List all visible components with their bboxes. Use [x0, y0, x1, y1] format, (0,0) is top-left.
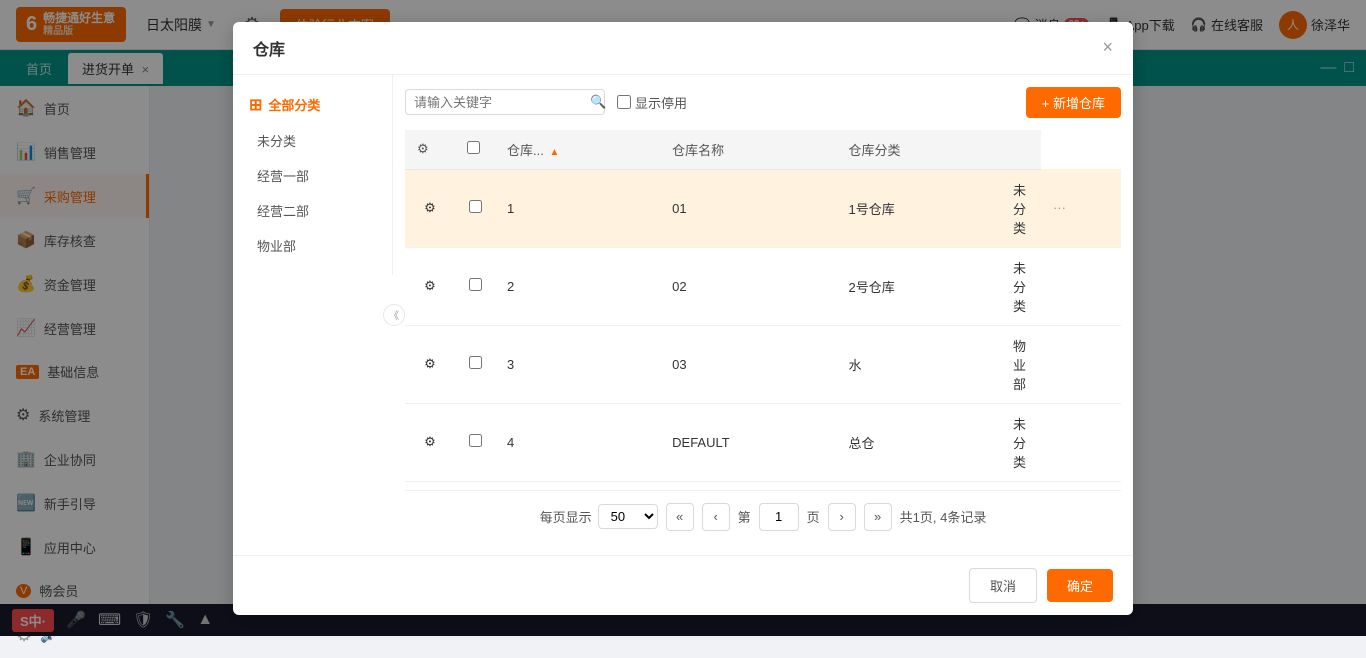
col-header-actions	[1001, 130, 1041, 170]
category-panel: ⊞ 全部分类 未分类 经营一部 经营二部 物业部	[233, 75, 393, 275]
row-category-4: 未分类	[1001, 403, 1041, 481]
row-name-4: 总仓	[837, 403, 1001, 481]
modal-body: ⊞ 全部分类 未分类 经营一部 经营二部 物业部 《 🔍	[233, 75, 1133, 555]
row-check-2[interactable]	[455, 247, 495, 325]
row-category-2: 未分类	[1001, 247, 1041, 325]
row-more-2[interactable]	[1041, 247, 1121, 325]
warehouse-table: ⚙ 仓库... ▲ 仓库名称 仓库分类	[405, 130, 1121, 482]
table-toolbar: 🔍 显示停用 + 新增仓库	[405, 87, 1121, 118]
row-category-3: 物业部	[1001, 325, 1041, 403]
select-all-checkbox[interactable]	[467, 141, 480, 154]
row-code-2: 02	[660, 247, 836, 325]
row-more-4[interactable]	[1041, 403, 1121, 481]
row-index-3: 3	[495, 325, 660, 403]
table-row: ⚙ 4 DEFAULT 总仓 未分类	[405, 403, 1121, 481]
sort-icon-code: ▲	[549, 147, 559, 158]
row-check-3[interactable]	[455, 325, 495, 403]
page-input[interactable]	[759, 503, 799, 531]
add-warehouse-button[interactable]: + 新增仓库	[1026, 87, 1121, 118]
warehouse-modal: 仓库 × ⊞ 全部分类 未分类 经营一部 经营二部 物业部 《	[233, 22, 1133, 615]
col-header-check	[455, 130, 495, 170]
col-header-code: 仓库... ▲	[495, 130, 660, 170]
table-header: ⚙ 仓库... ▲ 仓库名称 仓库分类	[405, 130, 1121, 170]
category-item-unclassified[interactable]: 未分类	[233, 123, 392, 158]
cancel-button[interactable]: 取消	[969, 568, 1037, 603]
row-code-1: 01	[660, 169, 836, 247]
next-page-button[interactable]: ›	[828, 503, 856, 531]
row-checkbox-4[interactable]	[469, 434, 482, 447]
table-row: ⚙ 2 02 2号仓库 未分类	[405, 247, 1121, 325]
modal-title: 仓库	[253, 36, 285, 60]
search-icon[interactable]: 🔍	[590, 94, 606, 110]
category-item-property[interactable]: 物业部	[233, 228, 392, 263]
page-label: 第	[738, 507, 751, 526]
row-checkbox-2[interactable]	[469, 278, 482, 291]
pagination: 每页显示 50 100 « ‹ 第 页 › » 共1页, 4条记录	[405, 490, 1121, 543]
per-page-label: 每页显示	[540, 507, 592, 526]
search-input[interactable]	[414, 95, 590, 110]
table-body: ⚙ 1 01 1号仓库 未分类 ··· ⚙	[405, 169, 1121, 481]
gear-icon: ⚙	[417, 141, 429, 156]
row-index-4: 4	[495, 403, 660, 481]
table-panel: 🔍 显示停用 + 新增仓库 ⚙	[393, 75, 1133, 555]
per-page-selector: 每页显示 50 100	[540, 504, 658, 529]
category-all-label: 全部分类	[268, 95, 320, 114]
row-name-2: 2号仓库	[837, 247, 1001, 325]
show-disabled-text: 显示停用	[635, 93, 687, 112]
first-page-button[interactable]: «	[666, 503, 694, 531]
row-name-1: 1号仓库	[837, 169, 1001, 247]
row-code-3: 03	[660, 325, 836, 403]
show-disabled-checkbox[interactable]	[617, 95, 631, 109]
row-category-1: 未分类	[1001, 169, 1041, 247]
confirm-button[interactable]: 确定	[1047, 569, 1113, 602]
category-item-dept1[interactable]: 经营一部	[233, 158, 392, 193]
col-header-gear: ⚙	[405, 130, 455, 170]
page-suffix: 页	[807, 507, 820, 526]
category-panel-wrap: ⊞ 全部分类 未分类 经营一部 经营二部 物业部 《	[233, 75, 393, 555]
modal-footer: 取消 确定	[233, 555, 1133, 615]
last-page-button[interactable]: »	[864, 503, 892, 531]
prev-page-button[interactable]: ‹	[702, 503, 730, 531]
row-gear-3[interactable]: ⚙	[405, 325, 455, 403]
modal-close-button[interactable]: ×	[1102, 37, 1113, 58]
modal-overlay: 仓库 × ⊞ 全部分类 未分类 经营一部 经营二部 物业部 《	[0, 0, 1366, 636]
search-box: 🔍	[405, 89, 605, 115]
row-gear-4[interactable]: ⚙	[405, 403, 455, 481]
row-index-1: 1	[495, 169, 660, 247]
col-header-category: 仓库分类	[837, 130, 1001, 170]
modal-header: 仓库 ×	[233, 22, 1133, 75]
category-collapse-button[interactable]: 《	[383, 304, 405, 326]
row-gear-2[interactable]: ⚙	[405, 247, 455, 325]
col-header-name: 仓库名称	[660, 130, 836, 170]
row-more-3[interactable]	[1041, 325, 1121, 403]
category-item-dept2[interactable]: 经营二部	[233, 193, 392, 228]
table-row: ⚙ 3 03 水 物业部	[405, 325, 1121, 403]
row-checkbox-3[interactable]	[469, 356, 482, 369]
row-more-1[interactable]: ···	[1041, 169, 1121, 247]
row-name-3: 水	[837, 325, 1001, 403]
more-icon-1: ···	[1053, 200, 1066, 215]
row-check-4[interactable]	[455, 403, 495, 481]
category-all[interactable]: ⊞ 全部分类	[233, 87, 392, 123]
table-row: ⚙ 1 01 1号仓库 未分类 ···	[405, 169, 1121, 247]
show-disabled-label[interactable]: 显示停用	[617, 93, 687, 112]
row-gear-1[interactable]: ⚙	[405, 169, 455, 247]
total-info: 共1页, 4条记录	[900, 507, 987, 526]
row-checkbox-1[interactable]	[469, 200, 482, 213]
grid-icon: ⊞	[249, 95, 262, 115]
row-index-2: 2	[495, 247, 660, 325]
row-code-4: DEFAULT	[660, 403, 836, 481]
per-page-select[interactable]: 50 100	[598, 504, 658, 529]
row-check-1[interactable]	[455, 169, 495, 247]
